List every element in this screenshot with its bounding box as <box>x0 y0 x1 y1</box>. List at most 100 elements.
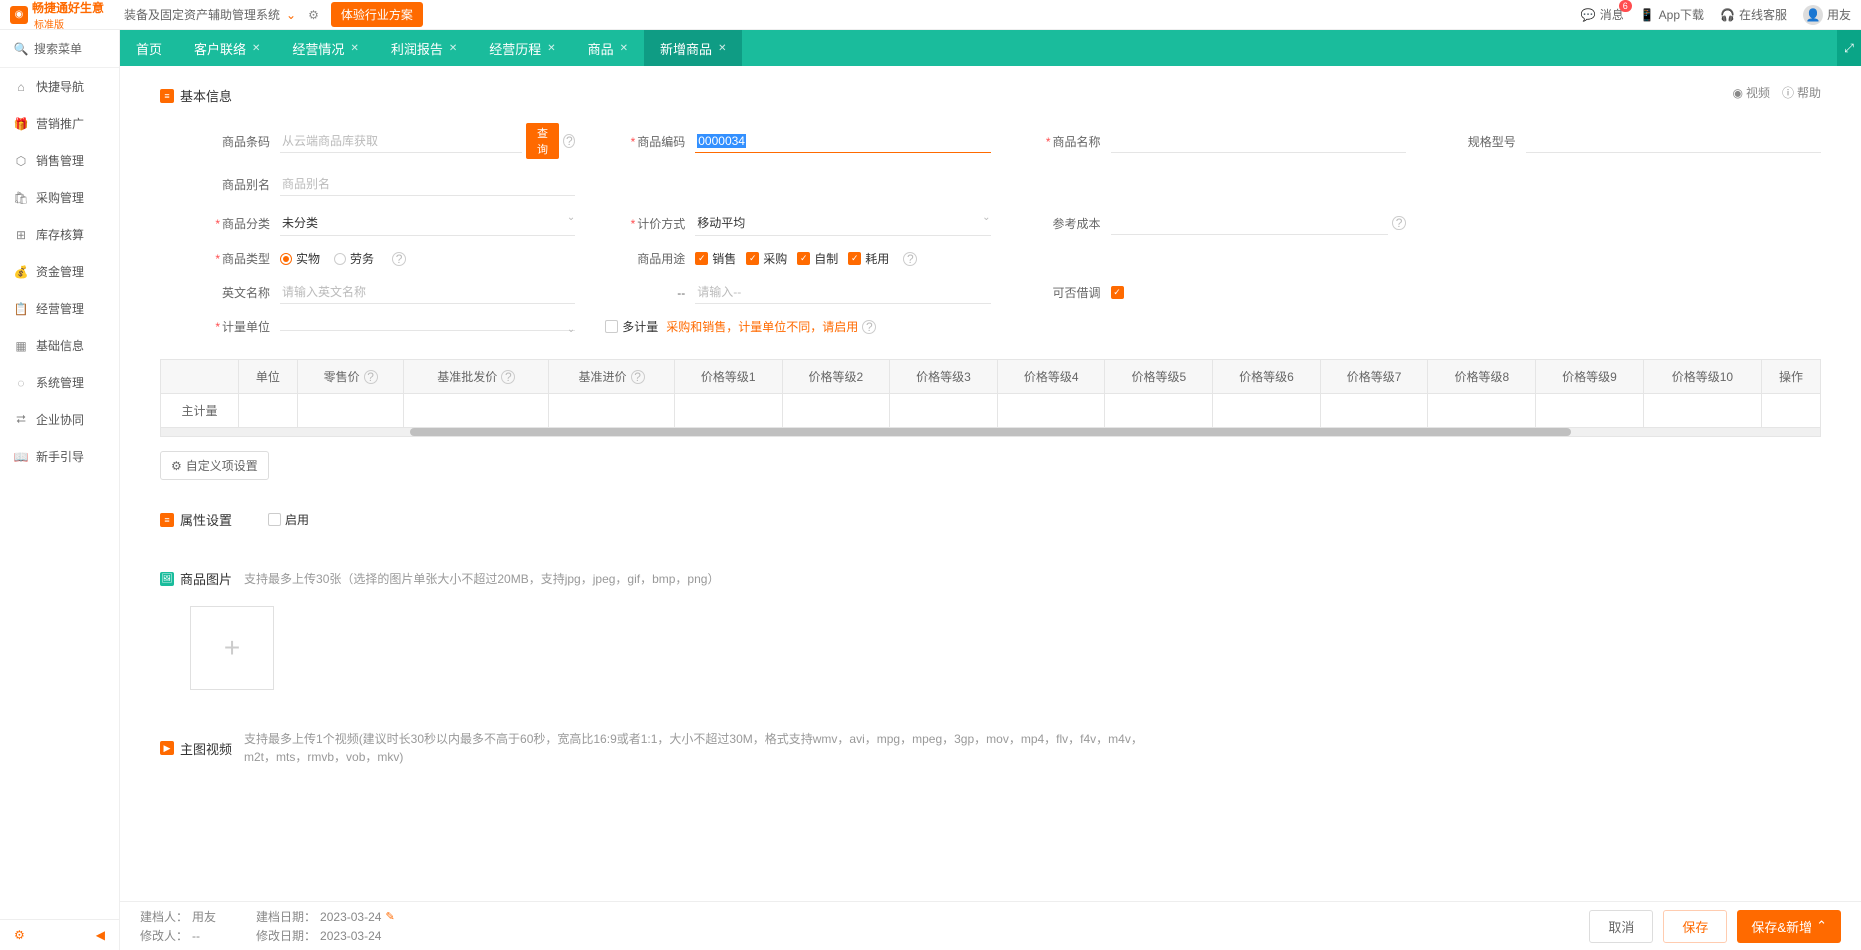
save-add-button[interactable]: 保存&新增 ⌃ <box>1737 910 1841 943</box>
checkbox-icon <box>848 252 861 265</box>
checkbox-purchase[interactable]: 采购 <box>746 250 787 267</box>
tab-situation[interactable]: 经营情况✕ <box>276 30 374 66</box>
tab-product[interactable]: 商品✕ <box>572 30 644 66</box>
checkbox-consume[interactable]: 耗用 <box>848 250 889 267</box>
table-cell[interactable] <box>549 394 675 428</box>
table-header: 单位 <box>238 360 297 394</box>
table-header: 价格等级1 <box>674 360 782 394</box>
sidebar-item-basicinfo[interactable]: ▦基础信息 <box>0 327 119 364</box>
table-cell[interactable] <box>1320 394 1428 428</box>
close-icon[interactable]: ✕ <box>350 43 358 54</box>
radio-service[interactable]: 劳务 <box>334 250 374 267</box>
help-icon[interactable]: ? <box>1392 216 1405 230</box>
ref-cost-input[interactable] <box>1111 212 1389 235</box>
category-select[interactable]: 未分类⌄ <box>280 210 575 236</box>
table-header: 价格等级7 <box>1320 360 1428 394</box>
close-icon[interactable]: ✕ <box>620 43 628 54</box>
checkbox-self[interactable]: 自制 <box>797 250 838 267</box>
sidebar-item-guide[interactable]: 📖新手引导 <box>0 438 119 475</box>
help-icon[interactable]: ? <box>862 320 876 334</box>
image-upload-box[interactable]: + <box>190 606 274 690</box>
help-icon[interactable]: ? <box>501 370 515 384</box>
help-icon[interactable]: ? <box>903 252 917 266</box>
sidebar-item-finance[interactable]: 💰资金管理 <box>0 253 119 290</box>
table-cell[interactable] <box>1428 394 1536 428</box>
table-cell[interactable] <box>1213 394 1321 428</box>
gear-icon[interactable]: ⚙ <box>308 8 319 22</box>
table-cell[interactable] <box>238 394 297 428</box>
table-scrollbar[interactable] <box>161 428 1821 437</box>
experience-button[interactable]: 体验行业方案 <box>331 2 423 27</box>
name-input[interactable] <box>1111 130 1406 153</box>
help-icon[interactable]: ? <box>392 252 406 266</box>
sidebar-item-sales[interactable]: ⬡销售管理 <box>0 142 119 179</box>
close-icon[interactable]: ✕ <box>252 43 260 54</box>
tab-profit[interactable]: 利润报告✕ <box>375 30 473 66</box>
dash-input[interactable] <box>695 281 990 304</box>
system-select[interactable]: 装备及固定资产辅助管理系统 ⌄ <box>124 6 296 23</box>
unit-select[interactable]: ⌄ <box>280 322 575 331</box>
sidebar-settings-icon[interactable]: ⚙ <box>14 928 25 942</box>
code-input[interactable]: 0000034 <box>695 130 990 153</box>
online-service-link[interactable]: 🎧 在线客服 <box>1720 6 1787 23</box>
chevron-down-icon: ⌄ <box>567 212 575 223</box>
alias-input[interactable] <box>280 173 575 196</box>
table-cell[interactable] <box>674 394 782 428</box>
en-name-input[interactable] <box>280 281 575 304</box>
sidebar-search[interactable]: 🔍 搜索菜单 <box>0 30 119 68</box>
cancel-button[interactable]: 取消 <box>1589 910 1653 943</box>
sidebar-item-inventory[interactable]: ⊞库存核算 <box>0 216 119 253</box>
table-cell[interactable] <box>297 394 404 428</box>
user-menu[interactable]: 👤 用友 <box>1803 5 1851 25</box>
sidebar-item-purchase[interactable]: 🛍采购管理 <box>0 179 119 216</box>
barcode-input[interactable] <box>280 130 522 153</box>
table-cell[interactable] <box>1762 394 1821 428</box>
help-link[interactable]: ⓘ 帮助 <box>1782 84 1821 101</box>
attr-enable-checkbox[interactable]: 启用 <box>268 511 309 528</box>
tab-home[interactable]: 首页 <box>120 30 178 66</box>
section-icon: ≡ <box>160 513 174 527</box>
sidebar-item-system[interactable]: ◌系统管理 <box>0 364 119 401</box>
table-cell[interactable] <box>890 394 998 428</box>
table-header: 基准进价? <box>549 360 675 394</box>
video-help-link[interactable]: ◉ 视频 <box>1732 84 1770 101</box>
table-cell[interactable] <box>404 394 549 428</box>
doc-icon: 📋 <box>14 302 28 316</box>
help-icon[interactable]: ? <box>563 134 575 148</box>
help-icon[interactable]: ? <box>631 370 645 384</box>
help-icon[interactable]: ? <box>364 370 378 384</box>
multi-unit-checkbox[interactable]: 多计量 <box>605 318 658 335</box>
table-header: 价格等级10 <box>1643 360 1761 394</box>
query-button[interactable]: 查询 <box>526 123 560 159</box>
checkbox-sale[interactable]: 销售 <box>695 250 736 267</box>
table-header: 基准批发价? <box>404 360 549 394</box>
tab-new-product[interactable]: 新增商品✕ <box>644 30 742 66</box>
tag-icon: ⬡ <box>14 154 28 168</box>
borrow-checkbox[interactable] <box>1111 286 1124 299</box>
spec-input[interactable] <box>1526 130 1821 153</box>
sidebar-collapse-icon[interactable]: ◀ <box>96 928 105 942</box>
save-button[interactable]: 保存 <box>1663 910 1727 943</box>
sidebar-item-marketing[interactable]: 🎁营销推广 <box>0 105 119 142</box>
sidebar-item-quicknav[interactable]: ⌂快捷导航 <box>0 68 119 105</box>
table-cell[interactable] <box>1105 394 1213 428</box>
close-icon[interactable]: ✕ <box>718 43 726 54</box>
edit-icon[interactable]: ✎ <box>385 910 394 923</box>
custom-fields-button[interactable]: ⚙ 自定义项设置 <box>160 451 269 480</box>
tab-history[interactable]: 经营历程✕ <box>473 30 571 66</box>
pricing-select[interactable]: 移动平均⌄ <box>695 210 990 236</box>
close-icon[interactable]: ✕ <box>547 43 555 54</box>
table-cell[interactable] <box>1536 394 1644 428</box>
close-icon[interactable]: ✕ <box>449 43 457 54</box>
app-download-link[interactable]: 📱 App下载 <box>1640 6 1704 23</box>
tabs-expand-icon[interactable]: ⤢ <box>1837 30 1861 66</box>
sidebar-item-collab[interactable]: ⮂企业协同 <box>0 401 119 438</box>
table-cell[interactable] <box>997 394 1105 428</box>
table-cell[interactable] <box>782 394 890 428</box>
table-cell[interactable] <box>1643 394 1761 428</box>
sidebar-item-operation[interactable]: 📋经营管理 <box>0 290 119 327</box>
checkbox-icon <box>746 252 759 265</box>
messages-link[interactable]: 💬 消息 6 <box>1581 6 1624 23</box>
radio-physical[interactable]: 实物 <box>280 250 320 267</box>
tab-contact[interactable]: 客户联络✕ <box>178 30 276 66</box>
